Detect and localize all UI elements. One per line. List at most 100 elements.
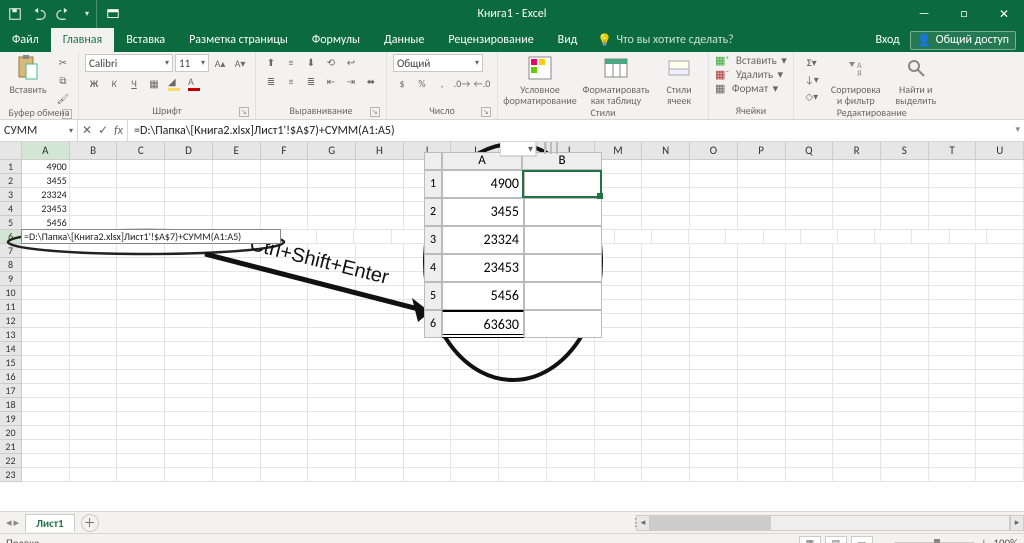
cell[interactable] [690,314,738,327]
cell[interactable] [976,412,1024,425]
cell[interactable] [881,384,929,397]
cell[interactable]: 4900 [22,160,70,173]
cell[interactable] [499,468,547,481]
cell[interactable] [690,272,738,285]
cell[interactable] [117,272,165,285]
cell[interactable] [595,356,643,369]
cell[interactable] [929,300,977,313]
column-header[interactable]: B [70,142,118,159]
cell[interactable] [308,286,356,299]
column-header[interactable]: L [547,142,595,159]
cell[interactable] [595,398,643,411]
row-header[interactable]: 12 [0,314,21,328]
cell[interactable] [738,188,786,201]
cell[interactable] [786,398,834,411]
row-header[interactable]: 10 [0,286,21,300]
row-header[interactable]: 22 [0,454,21,468]
cell[interactable] [499,160,547,173]
cell[interactable] [929,454,977,467]
cell[interactable] [786,342,834,355]
cell[interactable] [547,468,595,481]
cell[interactable] [466,230,503,243]
cell[interactable] [356,202,404,215]
cell[interactable] [308,454,356,467]
cell[interactable] [881,160,929,173]
cell[interactable] [595,440,643,453]
cell[interactable] [738,454,786,467]
cell[interactable] [786,328,834,341]
cell[interactable] [726,230,763,243]
row-header[interactable]: 4 [0,202,21,216]
cell[interactable] [451,328,499,341]
cell[interactable] [22,286,70,299]
cell[interactable] [213,202,261,215]
cell[interactable] [929,440,977,453]
decrease-decimal-button[interactable]: ←.0 [473,75,491,91]
cell[interactable] [213,398,261,411]
name-box[interactable]: СУММ▾ [0,120,78,141]
tab-insert[interactable]: Вставка [114,28,177,52]
cell[interactable] [499,300,547,313]
cell[interactable] [690,188,738,201]
cells-area[interactable]: 4900345523324234535456=D:\Папка\[Книга2.… [22,160,1024,511]
cell[interactable] [22,426,70,439]
cell[interactable] [213,314,261,327]
cell[interactable] [786,426,834,439]
cell[interactable] [356,468,404,481]
cell[interactable] [595,342,643,355]
cell[interactable] [690,398,738,411]
cell[interactable] [881,328,929,341]
sheet-nav-prev[interactable]: ▸ [14,516,20,529]
cell[interactable] [547,370,595,383]
column-header[interactable]: E [213,142,261,159]
cell[interactable] [642,244,690,257]
view-page-layout-button[interactable]: ▤ [825,536,847,543]
cell[interactable] [976,300,1024,313]
row-header[interactable]: 17 [0,384,21,398]
row-header[interactable]: 7 [0,244,21,258]
cell[interactable] [976,440,1024,453]
cell[interactable] [70,300,118,313]
cell[interactable] [786,300,834,313]
cell[interactable] [833,384,881,397]
cell[interactable] [213,300,261,313]
cell[interactable] [547,216,595,229]
cell[interactable] [404,258,452,271]
cell[interactable] [838,230,875,243]
cell[interactable] [738,300,786,313]
decrease-indent-button[interactable]: ⇤ [322,73,340,89]
cell[interactable] [690,342,738,355]
cell[interactable] [356,174,404,187]
tab-home[interactable]: Главная [51,28,114,52]
hscroll-thumb[interactable] [651,516,771,530]
new-sheet-button[interactable]: ＋ [81,514,99,532]
cell[interactable] [261,258,309,271]
cell[interactable] [261,272,309,285]
cell[interactable] [451,398,499,411]
cell[interactable] [642,188,690,201]
cell[interactable] [451,440,499,453]
column-header[interactable]: T [929,142,977,159]
cell[interactable]: 23453 [22,202,70,215]
cell[interactable] [929,384,977,397]
cell[interactable] [356,454,404,467]
cell[interactable] [547,398,595,411]
column-header[interactable]: K [499,142,547,159]
tab-view[interactable]: Вид [546,28,590,52]
align-center-button[interactable]: ≡ [282,73,300,89]
cell[interactable]: 5456 [22,216,70,229]
cell[interactable] [547,426,595,439]
cell[interactable] [213,160,261,173]
cell[interactable] [690,356,738,369]
cell[interactable] [356,370,404,383]
cell[interactable] [642,370,690,383]
cell[interactable] [833,328,881,341]
cell[interactable] [738,160,786,173]
cell[interactable] [354,230,391,243]
cell[interactable] [213,328,261,341]
cell[interactable] [451,356,499,369]
cell[interactable] [547,188,595,201]
cell[interactable] [213,384,261,397]
close-button[interactable]: ✕ [984,0,1024,28]
cell[interactable] [547,202,595,215]
